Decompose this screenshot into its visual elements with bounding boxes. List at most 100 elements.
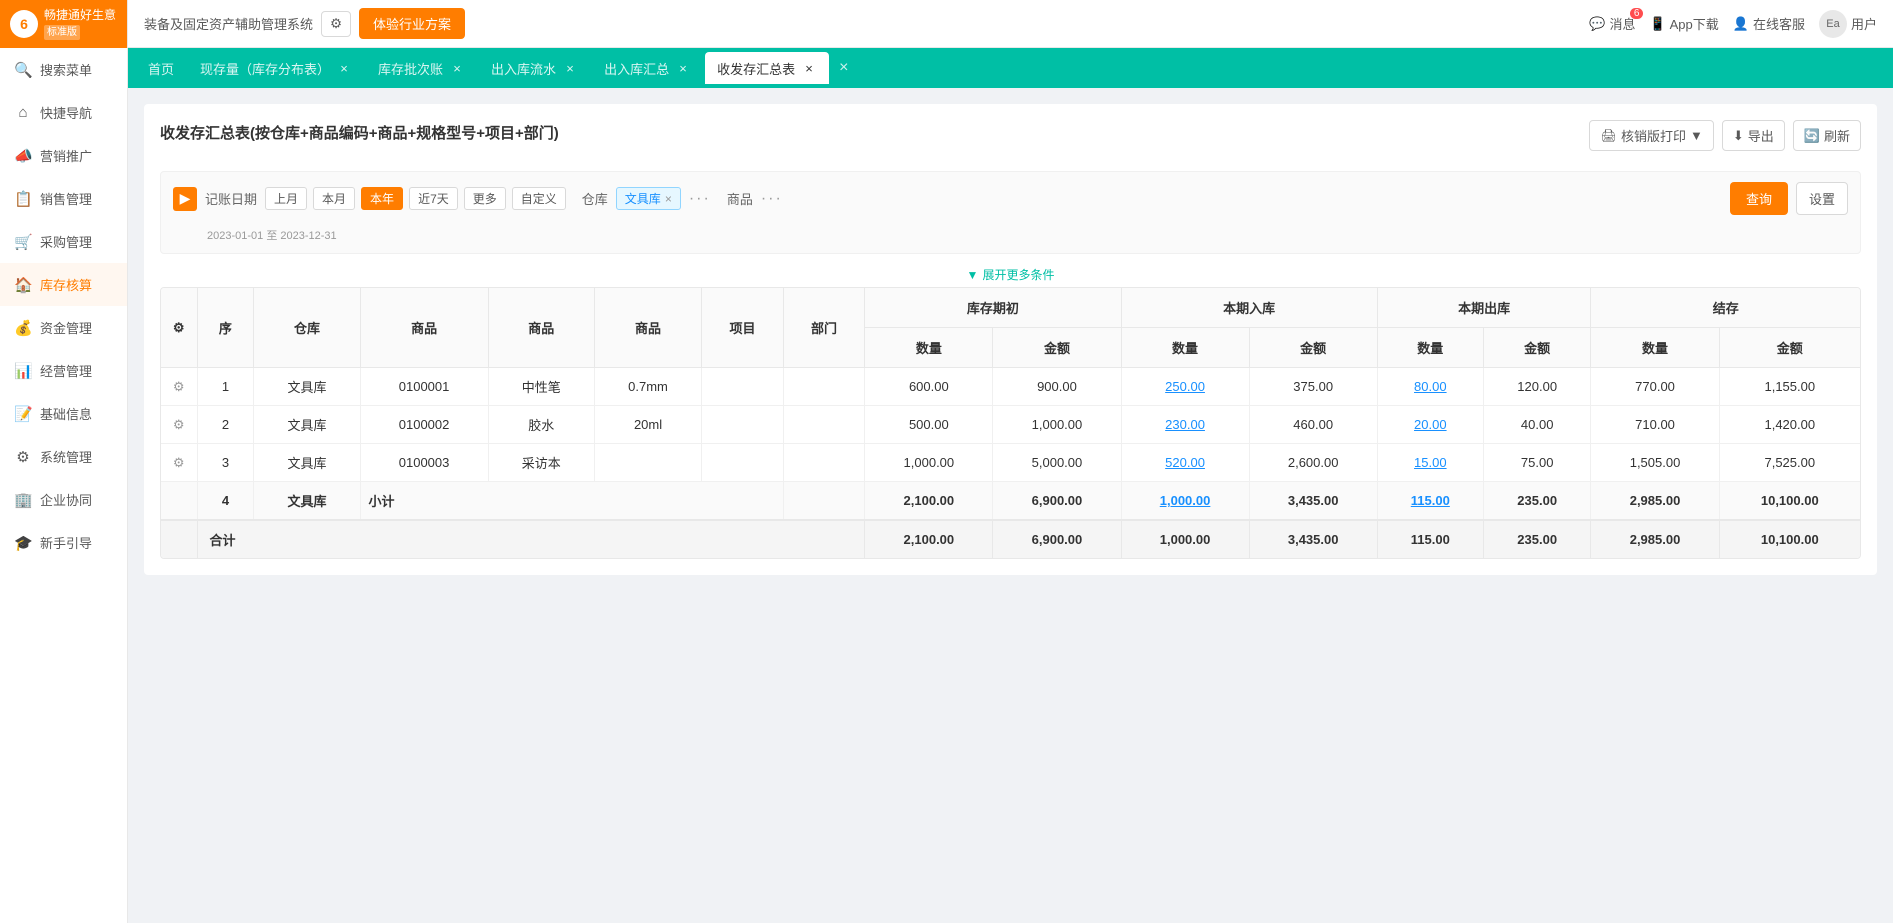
sidebar-item-guide[interactable]: 🎓 新手引导 — [0, 521, 127, 564]
subtotal-dept — [783, 482, 865, 521]
sidebar-item-quicknav[interactable]: ⌂ 快捷导航 — [0, 91, 127, 134]
sidebar-item-marketing[interactable]: 📣 营销推广 — [0, 134, 127, 177]
th-warehouse: 仓库 — [254, 288, 360, 368]
date-btn-thisyear[interactable]: 本年 — [361, 187, 403, 210]
filter-expand-btn[interactable]: ▶ — [173, 187, 197, 211]
cell-in-qty[interactable]: 520.00 — [1121, 444, 1249, 482]
sidebar-item-sales[interactable]: 📋 销售管理 — [0, 177, 127, 220]
cell-project — [702, 406, 784, 444]
date-btn-7days[interactable]: 近7天 — [409, 187, 458, 210]
date-btn-thismonth[interactable]: 本月 — [313, 187, 355, 210]
query-button[interactable]: 查询 — [1730, 182, 1788, 215]
tab-receive-summary[interactable]: 收发存汇总表 × — [705, 52, 829, 84]
inventory-icon: 🏠 — [14, 276, 32, 294]
sidebar-item-basic[interactable]: 📝 基础信息 — [0, 392, 127, 435]
sidebar-item-enterprise[interactable]: 🏢 企业协同 — [0, 478, 127, 521]
print-button[interactable]: 🖨 核销版打印 ▼ — [1589, 120, 1713, 151]
warehouse-tag-close[interactable]: × — [665, 192, 672, 206]
system-icon: ⚙ — [14, 448, 32, 466]
tab-inout-flow[interactable]: 出入库流水 × — [479, 52, 590, 84]
experience-button[interactable]: 体验行业方案 — [359, 8, 465, 39]
filter-row: ▶ 记账日期 上月 本月 本年 近7天 更多 自定义 仓库 文具库 × ··· — [173, 182, 1848, 215]
cell-in-amt: 460.00 — [1249, 406, 1377, 444]
expand-icon: ▼ — [967, 268, 979, 282]
sidebar-item-label: 企业协同 — [40, 490, 92, 509]
tab-close-icon[interactable]: × — [562, 60, 578, 76]
subtotal-closing-amt: 10,100.00 — [1719, 482, 1860, 521]
tab-inout-summary[interactable]: 出入库汇总 × — [592, 52, 703, 84]
refresh-button[interactable]: 🔄 刷新 — [1793, 120, 1861, 151]
cell-index: 2 — [197, 406, 254, 444]
cell-in-amt: 375.00 — [1249, 368, 1377, 406]
table-row: ⚙ 2 文具库 0100002 胶水 20ml 500.00 1,000.00 … — [161, 406, 1860, 444]
tab-close-icon[interactable]: × — [801, 60, 817, 76]
gear-icon[interactable]: ⚙ — [173, 320, 185, 335]
tabbar-close-button[interactable]: × — [839, 59, 848, 77]
cell-out-amt: 120.00 — [1483, 368, 1591, 406]
sidebar-item-purchase[interactable]: 🛒 采购管理 — [0, 220, 127, 263]
filter-settings-button[interactable]: 设置 — [1796, 182, 1848, 215]
warehouse-label: 仓库 — [582, 189, 608, 208]
th-out-qty: 数量 — [1377, 328, 1483, 368]
export-button[interactable]: ⬇ 导出 — [1722, 120, 1785, 151]
logo-icon: 6 — [10, 10, 38, 38]
sidebar-item-system[interactable]: ⚙ 系统管理 — [0, 435, 127, 478]
system-settings-button[interactable]: ⚙ — [321, 11, 351, 37]
date-btn-more[interactable]: 更多 — [464, 187, 506, 210]
service-icon: 👤 — [1733, 16, 1749, 32]
cell-warehouse: 文具库 — [254, 444, 360, 482]
user-item[interactable]: Ea 用户 — [1819, 10, 1877, 38]
cell-in-qty[interactable]: 230.00 — [1121, 406, 1249, 444]
purchase-icon: 🛒 — [14, 233, 32, 251]
sidebar-item-inventory[interactable]: 🏠 库存核算 — [0, 263, 127, 306]
tab-close-icon[interactable]: × — [336, 60, 352, 76]
table-row: ⚙ 3 文具库 0100003 采访本 1,000.00 5,000.00 52… — [161, 444, 1860, 482]
th-opening-amt: 金额 — [993, 328, 1121, 368]
row-settings-icon[interactable]: ⚙ — [161, 444, 197, 482]
th-gear[interactable]: ⚙ — [161, 288, 197, 368]
app-logo[interactable]: 6 畅捷通好生意 标准版 — [0, 0, 127, 48]
goods-more-btn[interactable]: ··· — [761, 190, 783, 208]
cell-in-qty[interactable]: 250.00 — [1121, 368, 1249, 406]
system-name: 装备及固定资产辅助管理系统 — [144, 14, 313, 33]
cell-out-qty[interactable]: 20.00 — [1377, 406, 1483, 444]
basic-icon: 📝 — [14, 405, 32, 423]
cell-closing-qty: 1,505.00 — [1591, 444, 1719, 482]
tab-home[interactable]: 首页 — [136, 52, 186, 84]
date-btn-lastmonth[interactable]: 上月 — [265, 187, 307, 210]
sidebar-item-operations[interactable]: 📊 经营管理 — [0, 349, 127, 392]
cell-opening-qty: 600.00 — [865, 368, 993, 406]
cell-goods-name: 胶水 — [488, 406, 594, 444]
message-item[interactable]: 💬 消息 6 — [1589, 14, 1635, 33]
sidebar-item-label: 搜索菜单 — [40, 60, 92, 79]
tab-batch-account[interactable]: 库存批次账 × — [366, 52, 477, 84]
sidebar-item-search[interactable]: 🔍 搜索菜单 — [0, 48, 127, 91]
row-settings-icon[interactable]: ⚙ — [161, 406, 197, 444]
topbar-left: 装备及固定资产辅助管理系统 ⚙ 体验行业方案 — [144, 8, 465, 39]
print-icon: 🖨 — [1600, 128, 1617, 144]
tab-inventory-distribution[interactable]: 现存量（库存分布表） × — [188, 52, 364, 84]
online-service-item[interactable]: 👤 在线客服 — [1733, 14, 1805, 33]
sidebar-item-finance[interactable]: 💰 资金管理 — [0, 306, 127, 349]
warehouse-more-btn[interactable]: ··· — [689, 190, 711, 208]
cell-opening-amt: 900.00 — [993, 368, 1121, 406]
app-download-item[interactable]: 📱 App下载 — [1649, 14, 1718, 33]
th-index: 序 — [197, 288, 254, 368]
expand-more-link[interactable]: ▼ 展开更多条件 — [967, 266, 1055, 283]
avatar: Ea — [1819, 10, 1847, 38]
data-table: ⚙ 序 仓库 商品 商品 商品 项目 部门 库存期初 本期入库 本期出库 结存 — [161, 288, 1860, 558]
subtotal-row: 4 文具库 小计 2,100.00 6,900.00 1,000.00 3,43… — [161, 482, 1860, 521]
row-settings-icon[interactable]: ⚙ — [161, 368, 197, 406]
topbar: 装备及固定资产辅助管理系统 ⚙ 体验行业方案 💬 消息 6 📱 App下载 👤 … — [128, 0, 1893, 48]
tab-close-icon[interactable]: × — [675, 60, 691, 76]
cell-out-qty[interactable]: 80.00 — [1377, 368, 1483, 406]
warehouse-tag[interactable]: 文具库 × — [616, 187, 681, 210]
th-closing-amt: 金额 — [1719, 328, 1860, 368]
cell-out-qty[interactable]: 15.00 — [1377, 444, 1483, 482]
cell-index: 3 — [197, 444, 254, 482]
date-btn-custom[interactable]: 自定义 — [512, 187, 566, 210]
cell-out-amt: 75.00 — [1483, 444, 1591, 482]
th-in: 本期入库 — [1121, 288, 1377, 328]
sidebar-item-label: 资金管理 — [40, 318, 92, 337]
tab-close-icon[interactable]: × — [449, 60, 465, 76]
